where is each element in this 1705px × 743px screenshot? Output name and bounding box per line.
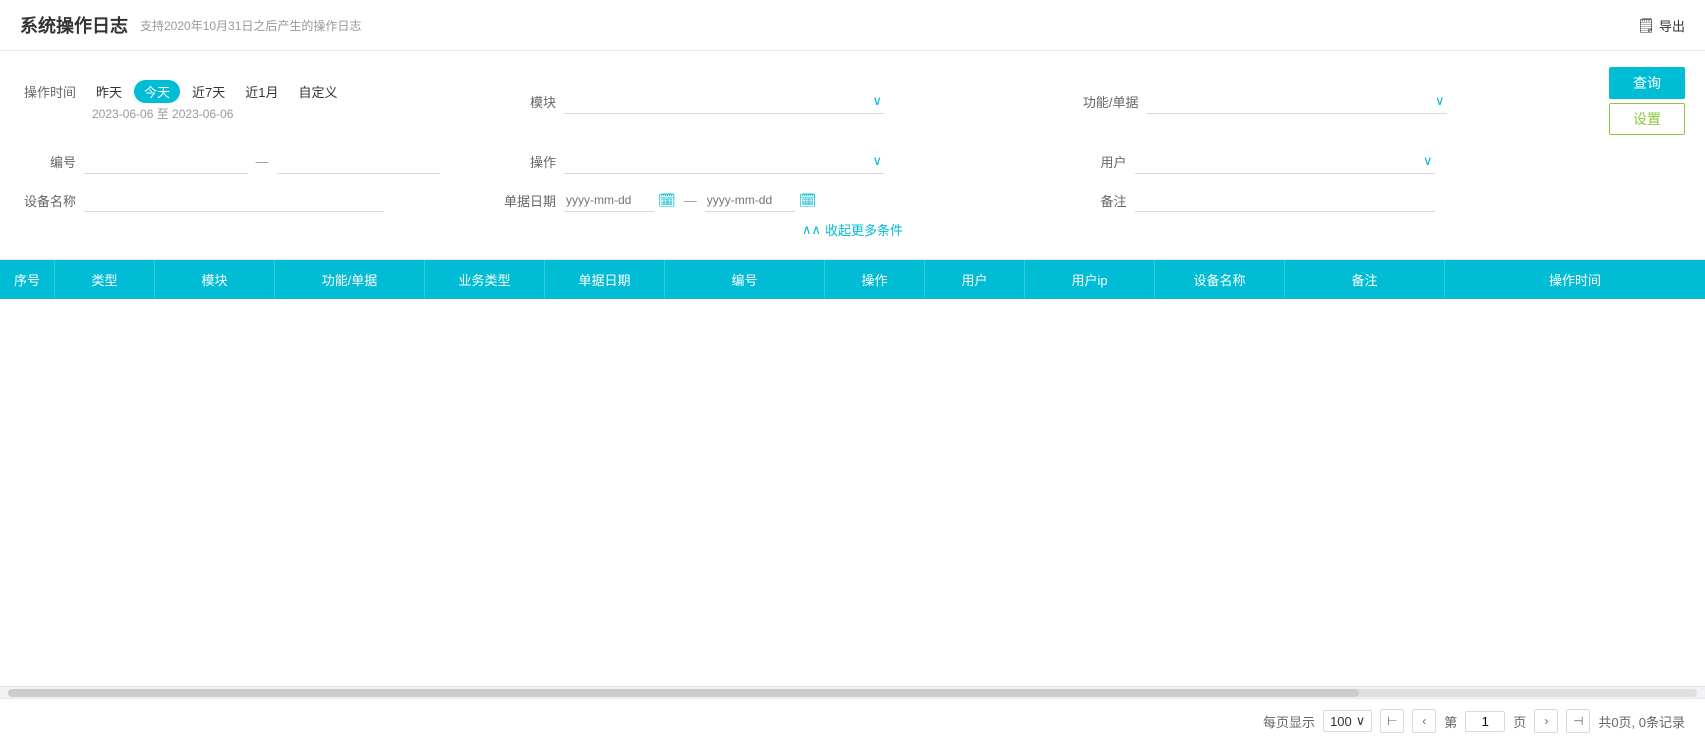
th-user_ip: 用户ip [1025,260,1155,299]
device-input[interactable] [84,188,384,212]
function-chevron-icon: ∨ [1435,93,1445,109]
voucher-date-dash: — [680,193,701,208]
per-page-chevron-icon: ∨ [1356,713,1366,729]
voucher-date-range: 🗓 — 🗓 [564,189,817,212]
pagination: 每页显示 100 ∨ ⊢ ‹ 第 页 › ⊣ 共0页, 0条记录 [0,698,1705,743]
th-voucher_date: 单据日期 [545,260,665,299]
per-page-label: 每页显示 [1263,712,1315,731]
page-prev-button[interactable]: ‹ [1412,709,1436,733]
module-label: 模块 [500,92,564,111]
voucher-date-label: 单据日期 [500,191,564,210]
th-type: 类型 [55,260,155,299]
export-icon: 🗒 [1637,17,1655,34]
operation-select[interactable]: ∨ [564,149,884,174]
calendar-from-icon[interactable]: 🗓 [658,192,676,209]
calendar-to-icon[interactable]: 🗓 [799,192,817,209]
action-buttons: 查询 设置 [1609,67,1685,135]
page-label: 第 [1444,712,1457,731]
module-chevron-icon: ∨ [872,93,882,109]
function-select[interactable]: ∨ [1147,89,1447,114]
scroll-thumb[interactable] [8,689,1359,697]
collapse-bar: ∧∧ 收起更多条件 [20,212,1685,243]
device-label: 设备名称 [20,191,84,210]
last1month-btn[interactable]: 近1月 [237,80,286,103]
scroll-track [8,689,1697,697]
page-title: 系统操作日志 [20,12,128,38]
collapse-up-icon: ∧∧ [802,222,821,238]
date-range-text: 2023-06-06 至 2023-06-06 [92,107,233,121]
th-op_time: 操作时间 [1445,260,1705,299]
export-button[interactable]: 🗒 导出 [1637,16,1685,35]
page-subtitle: 支持2020年10月31日之后产生的操作日志 [140,17,361,34]
user-select[interactable]: ∨ [1135,149,1435,174]
operation-label: 操作 [500,152,564,171]
collapse-button[interactable]: ∧∧ 收起更多条件 [802,220,903,239]
remark-label: 备注 [1063,191,1135,210]
page-unit: 页 [1513,712,1526,731]
filter-area: 操作时间 昨天 今天 近7天 近1月 自定义 2023-06-06 至 2023… [0,51,1705,260]
page-last-button[interactable]: ⊣ [1566,709,1590,733]
page-container: 系统操作日志 支持2020年10月31日之后产生的操作日志 🗒 导出 操作时间 … [0,0,1705,743]
module-select[interactable]: ∨ [564,89,884,114]
op-time-label: 操作时间 [20,82,84,101]
serial-from-input[interactable] [84,150,248,174]
table-container: 序号类型模块功能/单据业务类型单据日期编号操作用户用户ip设备名称备注操作时间 [0,260,1705,686]
th-module: 模块 [155,260,275,299]
filter-row1: 操作时间 昨天 今天 近7天 近1月 自定义 2023-06-06 至 2023… [20,67,1685,135]
yesterday-btn[interactable]: 昨天 [88,80,130,103]
table-body [0,299,1705,679]
filter-row3: 设备名称 单据日期 🗓 — 🗓 备注 [20,188,1685,212]
th-device_name: 设备名称 [1155,260,1285,299]
total-info: 共0页, 0条记录 [1598,712,1685,731]
filter-row2: 编号 — 操作 ∨ 用户 ∨ [20,149,1685,174]
th-user: 用户 [925,260,1025,299]
voucher-date-to[interactable] [705,189,795,212]
collapse-label: 收起更多条件 [825,220,903,239]
function-label: 功能/单据 [1075,92,1147,111]
th-remark: 备注 [1285,260,1445,299]
settings-button[interactable]: 设置 [1609,103,1685,135]
export-label: 导出 [1659,16,1685,35]
scroll-bar-area[interactable] [0,686,1705,698]
serial-label: 编号 [20,152,84,171]
th-operation: 操作 [825,260,925,299]
serial-dash: — [252,154,273,169]
page-first-button[interactable]: ⊢ [1380,709,1404,733]
th-seq: 序号 [0,260,55,299]
operation-chevron-icon: ∨ [872,153,882,169]
today-btn[interactable]: 今天 [134,80,180,103]
voucher-date-from[interactable] [564,189,654,212]
last7days-btn[interactable]: 近7天 [184,80,233,103]
serial-to-input[interactable] [277,150,441,174]
per-page-value: 100 [1330,714,1352,729]
user-chevron-icon: ∨ [1423,153,1433,169]
serial-range: — [84,150,440,174]
th-function: 功能/单据 [275,260,425,299]
query-button[interactable]: 查询 [1609,67,1685,99]
table-header: 序号类型模块功能/单据业务类型单据日期编号操作用户用户ip设备名称备注操作时间 [0,260,1705,299]
page-input[interactable] [1465,711,1505,732]
per-page-select[interactable]: 100 ∨ [1323,710,1372,732]
th-serial_no: 编号 [665,260,825,299]
th-biz_type: 业务类型 [425,260,545,299]
page-header: 系统操作日志 支持2020年10月31日之后产生的操作日志 🗒 导出 [0,0,1705,51]
custom-btn[interactable]: 自定义 [291,80,346,103]
user-label: 用户 [1063,152,1135,171]
page-next-button[interactable]: › [1534,709,1558,733]
remark-input[interactable] [1135,188,1435,212]
